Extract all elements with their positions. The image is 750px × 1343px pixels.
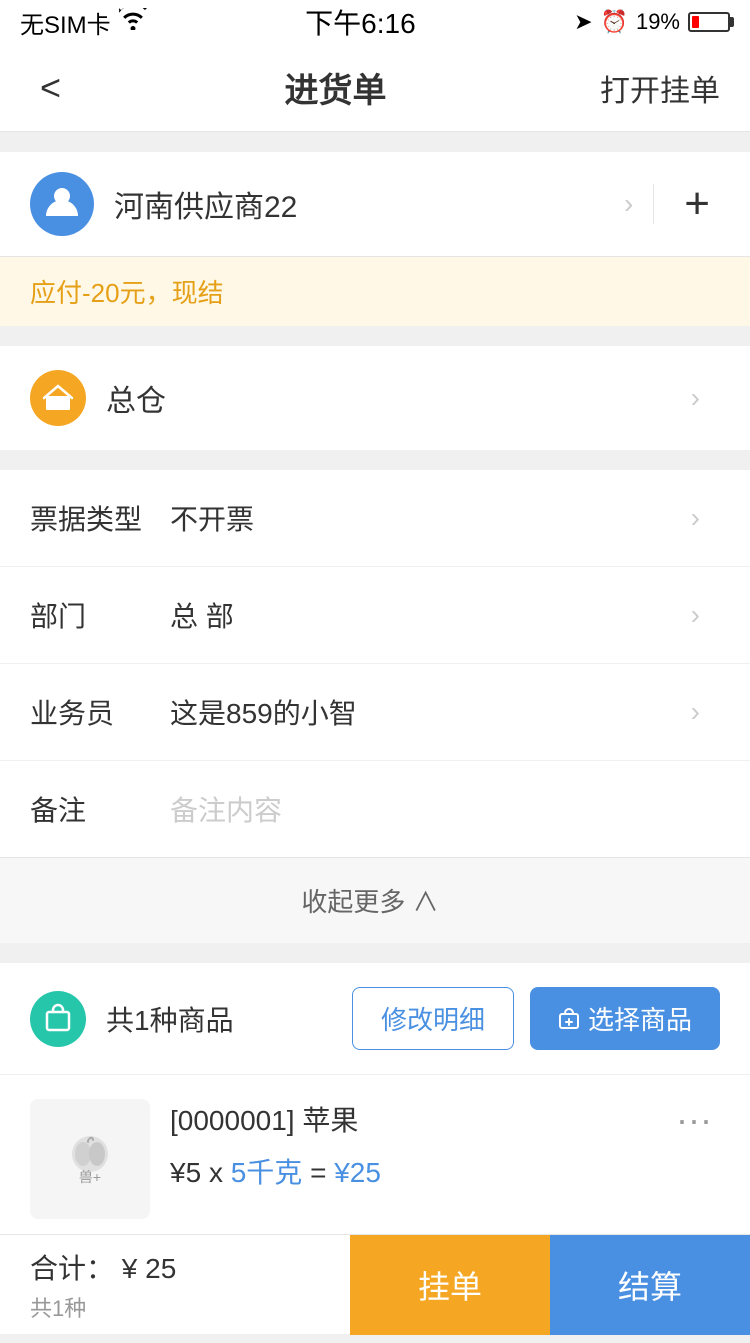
unit-price: ¥5 bbox=[170, 1157, 201, 1188]
edit-detail-button[interactable]: 修改明细 bbox=[352, 987, 514, 1050]
chevron-right-icon: › bbox=[624, 188, 633, 220]
equals-sign: = bbox=[310, 1157, 334, 1188]
battery-icon bbox=[688, 12, 730, 32]
nav-bar: < 进货单 打开挂单 bbox=[0, 44, 750, 132]
select-product-button[interactable]: 选择商品 bbox=[530, 987, 720, 1050]
product-count-text: 共1种商品 bbox=[106, 999, 352, 1039]
product-more-button[interactable]: ··· bbox=[668, 1099, 720, 1141]
invoice-type-row[interactable]: 票据类型 不开票 › bbox=[0, 470, 750, 567]
location-icon: ➤ bbox=[574, 9, 592, 35]
status-bar: 无SIM卡 下午6:16 ➤ ⏰ 19% bbox=[0, 0, 750, 44]
person-icon bbox=[44, 182, 80, 226]
remark-row[interactable]: 备注 备注内容 bbox=[0, 761, 750, 857]
warehouse-row[interactable]: 总仓 › bbox=[0, 346, 750, 450]
status-time: 下午6:16 bbox=[305, 2, 416, 42]
total-label: 合计： bbox=[30, 1253, 114, 1284]
warehouse-section: 总仓 › bbox=[0, 346, 750, 450]
info-section: 票据类型 不开票 › 部门 总 部 › 业务员 这是859的小智 › 备注 备注… bbox=[0, 470, 750, 857]
invoice-type-value: 不开票 bbox=[170, 498, 691, 538]
salesman-label: 业务员 bbox=[30, 692, 170, 732]
salesman-row[interactable]: 业务员 这是859的小智 › bbox=[0, 664, 750, 761]
hang-button[interactable]: 挂单 bbox=[350, 1235, 550, 1335]
add-supplier-button[interactable]: + bbox=[674, 182, 720, 226]
product-header: 共1种商品 修改明细 选择商品 bbox=[0, 963, 750, 1074]
supplier-name: 河南供应商22 bbox=[114, 182, 624, 226]
multiply-icon: x bbox=[209, 1157, 231, 1188]
bottom-bar: 合计： ¥ 25 共1种 挂单 结算 bbox=[0, 1234, 750, 1334]
quantity-value: 5千克 bbox=[231, 1157, 303, 1188]
remark-placeholder: 备注内容 bbox=[170, 789, 720, 829]
total-value: ¥ 25 bbox=[122, 1253, 177, 1284]
product-info: [0000001] 苹果 ¥5 x 5千克 = ¥25 bbox=[170, 1099, 648, 1191]
product-code: [0000001] bbox=[170, 1105, 295, 1136]
open-hang-button[interactable]: 打开挂单 bbox=[600, 66, 720, 110]
product-actions: 修改明细 选择商品 bbox=[352, 987, 720, 1050]
department-label: 部门 bbox=[30, 595, 170, 635]
divider-1 bbox=[0, 132, 750, 152]
warning-banner: 应付-20元，现结 bbox=[0, 257, 750, 326]
salesman-chevron-icon: › bbox=[691, 696, 700, 728]
product-price: ¥5 x 5千克 = ¥25 bbox=[170, 1151, 648, 1191]
back-button[interactable]: < bbox=[30, 57, 71, 119]
carrier-text: 无SIM卡 bbox=[20, 5, 111, 40]
divider-2 bbox=[0, 326, 750, 346]
warehouse-chevron-icon: › bbox=[691, 382, 700, 414]
alarm-icon: ⏰ bbox=[601, 9, 628, 35]
product-thumbnail: 兽+ bbox=[30, 1099, 150, 1219]
divider-3 bbox=[0, 450, 750, 470]
total-price: ¥25 bbox=[334, 1157, 381, 1188]
warning-text: 应付-20元，现结 bbox=[30, 278, 224, 308]
salesman-value: 这是859的小智 bbox=[170, 692, 691, 732]
product-icon bbox=[30, 991, 86, 1047]
battery-percent: 19% bbox=[636, 9, 680, 35]
svg-text:兽+: 兽+ bbox=[79, 1169, 101, 1185]
wifi-icon bbox=[119, 8, 147, 37]
invoice-type-label: 票据类型 bbox=[30, 498, 170, 538]
department-chevron-icon: › bbox=[691, 599, 700, 631]
select-product-label: 选择商品 bbox=[588, 1000, 692, 1037]
department-value: 总 部 bbox=[170, 595, 691, 635]
checkout-button[interactable]: 结算 bbox=[550, 1235, 750, 1335]
product-name: [0000001] 苹果 bbox=[170, 1099, 648, 1139]
supplier-avatar bbox=[30, 172, 94, 236]
status-left: 无SIM卡 bbox=[20, 5, 147, 40]
collapse-row[interactable]: 收起更多 ∧ bbox=[0, 857, 750, 943]
warehouse-icon bbox=[30, 370, 86, 426]
product-item: 兽+ [0000001] 苹果 ¥5 x 5千克 = ¥25 ··· bbox=[0, 1074, 750, 1243]
supplier-section: 河南供应商22 › + 应付-20元，现结 bbox=[0, 152, 750, 326]
total-section: 合计： ¥ 25 共1种 bbox=[0, 1247, 350, 1323]
remark-label: 备注 bbox=[30, 789, 170, 829]
warehouse-name: 总仓 bbox=[106, 376, 691, 420]
invoice-type-chevron-icon: › bbox=[691, 502, 700, 534]
supplier-row[interactable]: 河南供应商22 › + bbox=[0, 152, 750, 257]
department-row[interactable]: 部门 总 部 › bbox=[0, 567, 750, 664]
status-right: ➤ ⏰ 19% bbox=[574, 9, 730, 35]
page-title: 进货单 bbox=[285, 63, 387, 112]
total-amount: 合计： ¥ 25 bbox=[30, 1247, 320, 1287]
collapse-text: 收起更多 ∧ bbox=[301, 882, 438, 919]
vertical-divider bbox=[653, 184, 654, 224]
total-count: 共1种 bbox=[30, 1291, 320, 1323]
product-title: 苹果 bbox=[302, 1105, 358, 1136]
